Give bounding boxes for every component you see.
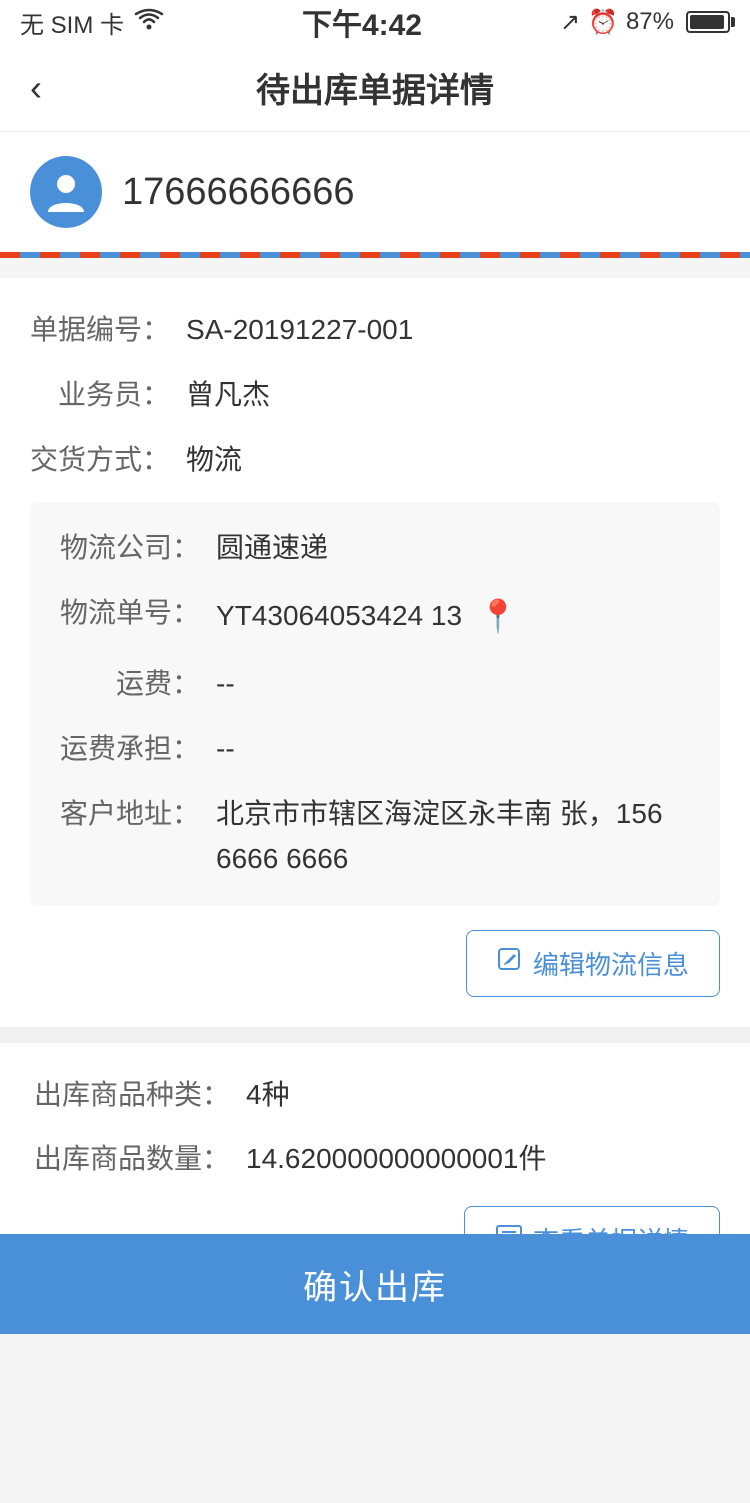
document-value: SA-20191227-001 — [186, 308, 720, 353]
delivery-label: 交货方式： — [30, 438, 170, 483]
alarm-icon: ⏰ — [588, 8, 618, 37]
wifi-icon — [134, 8, 164, 37]
page-title: 待出库单据详情 — [256, 63, 494, 112]
freight-bearer-label: 运费承担： — [60, 727, 200, 772]
freight-bearer-row: 运费承担： -- — [60, 727, 690, 772]
edit-logistics-button[interactable]: 编辑物流信息 — [466, 930, 720, 997]
address-value: 北京市市辖区海淀区永丰南 张，156 6666 6666 — [216, 792, 690, 882]
goods-quantity-value: 14.620000000000001件 — [246, 1137, 720, 1182]
goods-quantity-label: 出库商品数量： — [30, 1137, 230, 1182]
freight-label: 运费： — [60, 662, 200, 707]
tracking-number: YT43064053424 13 — [216, 594, 462, 639]
tracking-row: 物流单号： YT43064053424 13 📍 — [60, 591, 690, 642]
status-time: 下午4:42 — [302, 0, 422, 44]
dashed-divider — [0, 252, 750, 258]
gray-separator — [0, 1027, 750, 1043]
document-label: 单据编号： — [30, 308, 170, 353]
freight-value: -- — [216, 662, 690, 707]
edit-logistics-label: 编辑物流信息 — [533, 945, 689, 982]
sales-value: 曾凡杰 — [186, 373, 720, 418]
map-pin-icon[interactable]: 📍 — [478, 591, 518, 642]
carrier-label: 无 SIM 卡 — [20, 5, 124, 40]
status-left: 无 SIM 卡 — [20, 5, 164, 40]
confirm-button-label: 确认出库 — [303, 1260, 447, 1309]
edit-btn-row: 编辑物流信息 — [30, 930, 720, 997]
location-status-icon: ↗ — [560, 8, 580, 37]
customer-phone: 17666666666 — [122, 171, 354, 214]
basic-info-section: 单据编号： SA-20191227-001 业务员： 曾凡杰 交货方式： 物流 … — [0, 278, 750, 1027]
tracking-label: 物流单号： — [60, 591, 200, 636]
delivery-value: 物流 — [186, 438, 720, 483]
document-row: 单据编号： SA-20191227-001 — [30, 308, 720, 353]
sales-label: 业务员： — [30, 373, 170, 418]
status-bar: 无 SIM 卡 下午4:42 ↗ ⏰ 87% — [0, 0, 750, 44]
address-row: 客户地址： 北京市市辖区海淀区永丰南 张，156 6666 6666 — [60, 792, 690, 882]
delivery-row: 交货方式： 物流 — [30, 438, 720, 483]
battery-percent: 87% — [626, 8, 674, 36]
freight-bearer-value: -- — [216, 727, 690, 772]
company-value: 圆通速递 — [216, 526, 690, 571]
goods-types-label: 出库商品种类： — [30, 1073, 230, 1118]
back-button[interactable]: ‹ — [30, 57, 62, 119]
avatar — [30, 156, 102, 228]
freight-row: 运费： -- — [60, 662, 690, 707]
company-label: 物流公司： — [60, 526, 200, 571]
logistics-section: 物流公司： 圆通速递 物流单号： YT43064053424 13 📍 运费： … — [30, 502, 720, 905]
edit-icon — [497, 947, 523, 980]
goods-types-row: 出库商品种类： 4种 — [30, 1073, 720, 1118]
customer-header: 17666666666 — [0, 132, 750, 252]
nav-bar: ‹ 待出库单据详情 — [0, 44, 750, 132]
goods-quantity-row: 出库商品数量： 14.620000000000001件 — [30, 1137, 720, 1182]
goods-types-value: 4种 — [246, 1073, 720, 1118]
address-label: 客户地址： — [60, 792, 200, 837]
battery-icon — [686, 11, 730, 33]
status-right: ↗ ⏰ 87% — [560, 8, 730, 37]
company-row: 物流公司： 圆通速递 — [60, 526, 690, 571]
sales-row: 业务员： 曾凡杰 — [30, 373, 720, 418]
confirm-button-bar[interactable]: 确认出库 — [0, 1234, 750, 1334]
tracking-value: YT43064053424 13 📍 — [216, 591, 690, 642]
